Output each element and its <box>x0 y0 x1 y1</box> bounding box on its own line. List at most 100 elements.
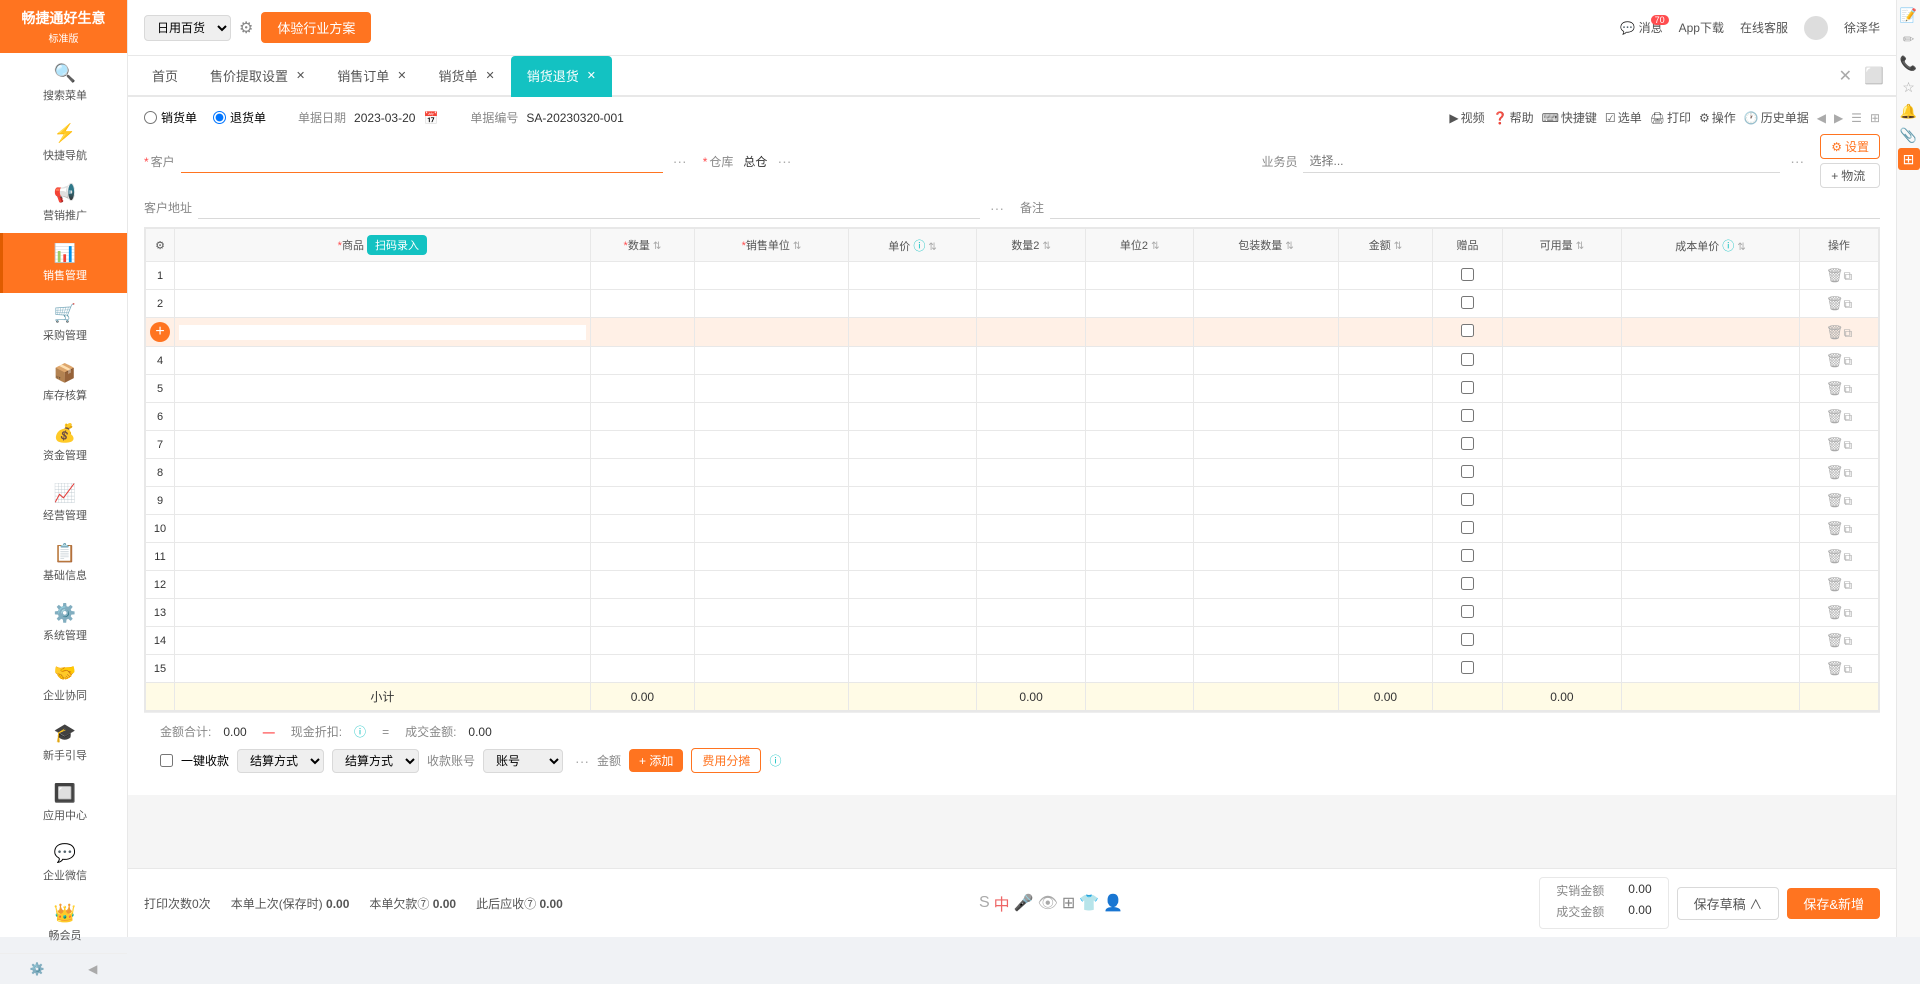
price-cell[interactable] <box>848 571 977 599</box>
product-cell[interactable] <box>175 515 591 543</box>
unit2-cell[interactable] <box>1085 599 1194 627</box>
sidebar-item-basic[interactable]: 📋 基础信息 <box>0 533 127 593</box>
tab-sales-return-close-icon[interactable]: ✕ <box>587 69 596 82</box>
view-grid-icon[interactable]: ⊞ <box>1870 111 1880 125</box>
price-cell[interactable] <box>848 459 977 487</box>
copy-row-btn[interactable]: ⧉ <box>1844 466 1853 481</box>
unit2-cell[interactable] <box>1085 375 1194 403</box>
delete-row-btn[interactable]: 🗑 <box>1826 380 1844 397</box>
unit-cell[interactable] <box>695 543 849 571</box>
price-cell[interactable] <box>848 627 977 655</box>
right-icon-phone[interactable]: 📞 <box>1898 52 1920 74</box>
qty-cell[interactable] <box>590 543 694 571</box>
gift-checkbox[interactable] <box>1461 381 1474 394</box>
right-icon-home[interactable]: ⊞ <box>1898 148 1920 170</box>
delete-row-btn[interactable]: 🗑 <box>1826 548 1844 565</box>
copy-row-btn[interactable]: ⧉ <box>1844 522 1853 537</box>
delete-row-btn[interactable]: 🗑 <box>1826 660 1844 677</box>
available-cell[interactable] <box>1502 599 1621 627</box>
delete-row-btn[interactable]: 🗑 <box>1826 267 1844 284</box>
price-cell[interactable] <box>848 290 977 318</box>
product-cell[interactable] <box>175 627 591 655</box>
sidebar-settings-icon[interactable]: ⚙️ <box>30 962 45 976</box>
history-btn[interactable]: 🕐 历史单据 <box>1744 109 1809 126</box>
radio-return-input[interactable] <box>213 111 226 124</box>
sidebar-item-member[interactable]: 👑 畅会员 <box>0 893 127 953</box>
gift-checkbox[interactable] <box>1461 661 1474 674</box>
prev-record-icon[interactable]: ◀ <box>1817 111 1826 125</box>
calc-method-select[interactable]: 结算方式 <box>332 749 419 773</box>
radio-return-bill[interactable]: 退货单 <box>213 109 266 126</box>
sidebar-item-collab[interactable]: 🤝 企业协同 <box>0 653 127 713</box>
delete-row-btn[interactable]: 🗑 <box>1826 324 1844 341</box>
packqty-cell[interactable] <box>1194 599 1338 627</box>
unit-cell[interactable] <box>695 515 849 543</box>
unit-cell[interactable] <box>695 487 849 515</box>
cost-price-cell[interactable] <box>1622 347 1800 375</box>
qty-cell[interactable] <box>590 347 694 375</box>
qty-cell[interactable] <box>590 403 694 431</box>
tab-sales-order-close-icon[interactable]: ✕ <box>397 69 406 82</box>
gift-checkbox[interactable] <box>1461 577 1474 590</box>
qty2-cell[interactable] <box>977 627 1086 655</box>
copy-row-btn[interactable]: ⧉ <box>1844 354 1853 369</box>
help-btn[interactable]: ❓ 帮助 <box>1493 109 1534 126</box>
unit2-cell[interactable] <box>1085 403 1194 431</box>
tab-home[interactable]: 首页 <box>136 56 194 97</box>
user-name[interactable]: 徐泽华 <box>1844 19 1880 36</box>
qty2-cell[interactable] <box>977 459 1086 487</box>
print-btn[interactable]: 🖨 打印 <box>1650 109 1691 126</box>
address-more-icon[interactable]: ··· <box>990 200 1004 216</box>
sidebar-item-guide[interactable]: 🎓 新手引导 <box>0 713 127 773</box>
amount-cell[interactable] <box>1338 262 1433 290</box>
cost-price-cell[interactable] <box>1622 627 1800 655</box>
unit-cell[interactable] <box>695 459 849 487</box>
price-cell[interactable] <box>848 347 977 375</box>
product-cell[interactable] <box>175 571 591 599</box>
tab-sales-return[interactable]: 销货退货 ✕ <box>511 56 612 97</box>
qty-cell[interactable] <box>590 431 694 459</box>
right-icon-clip[interactable]: 📎 <box>1898 124 1920 146</box>
gift-checkbox[interactable] <box>1461 353 1474 366</box>
scan-input-btn[interactable]: 扫码录入 <box>367 235 427 255</box>
price-cell[interactable] <box>848 655 977 683</box>
sidebar-item-quicknav[interactable]: ⚡ 快捷导航 <box>0 113 127 173</box>
gift-checkbox[interactable] <box>1461 633 1474 646</box>
qty-cell[interactable] <box>590 459 694 487</box>
unit2-cell[interactable] <box>1085 290 1194 318</box>
unit2-cell[interactable] <box>1085 487 1194 515</box>
packqty-cell[interactable] <box>1194 627 1338 655</box>
cost-price-cell[interactable] <box>1622 515 1800 543</box>
delete-row-btn[interactable]: 🗑 <box>1826 576 1844 593</box>
delete-row-btn[interactable]: 🗑 <box>1826 295 1844 312</box>
unit-cell[interactable] <box>695 262 849 290</box>
gift-checkbox[interactable] <box>1461 409 1474 422</box>
account-select[interactable]: 账号 <box>483 749 563 773</box>
amount-cell[interactable] <box>1338 543 1433 571</box>
qty2-cell[interactable] <box>977 290 1086 318</box>
cost-price-cell[interactable] <box>1622 290 1800 318</box>
unit2-cell[interactable] <box>1085 262 1194 290</box>
price-cell[interactable] <box>848 375 977 403</box>
cost-price-cell[interactable] <box>1622 655 1800 683</box>
product-cell[interactable] <box>175 487 591 515</box>
gift-checkbox[interactable] <box>1461 493 1474 506</box>
available-cell[interactable] <box>1502 431 1621 459</box>
copy-row-btn[interactable]: ⧉ <box>1844 662 1853 677</box>
price-cell[interactable] <box>848 487 977 515</box>
sidebar-item-operations[interactable]: 📈 经营管理 <box>0 473 127 533</box>
unit-cell[interactable] <box>695 375 849 403</box>
packqty-cell[interactable] <box>1194 403 1338 431</box>
available-cell[interactable] <box>1502 375 1621 403</box>
amount-cell[interactable] <box>1338 318 1433 347</box>
save-draft-btn[interactable]: 保存草稿 ∧ <box>1677 887 1780 920</box>
packqty-cell[interactable] <box>1194 655 1338 683</box>
sidebar-item-apps[interactable]: 🔲 应用中心 <box>0 773 127 833</box>
available-cell[interactable] <box>1502 262 1621 290</box>
price-cell[interactable] <box>848 515 977 543</box>
product-cell[interactable] <box>175 347 591 375</box>
tab-price-settings[interactable]: 售价提取设置 ✕ <box>194 56 321 97</box>
qty2-cell[interactable] <box>977 403 1086 431</box>
online-service-link[interactable]: 在线客服 <box>1740 19 1788 36</box>
qty-cell[interactable] <box>590 515 694 543</box>
